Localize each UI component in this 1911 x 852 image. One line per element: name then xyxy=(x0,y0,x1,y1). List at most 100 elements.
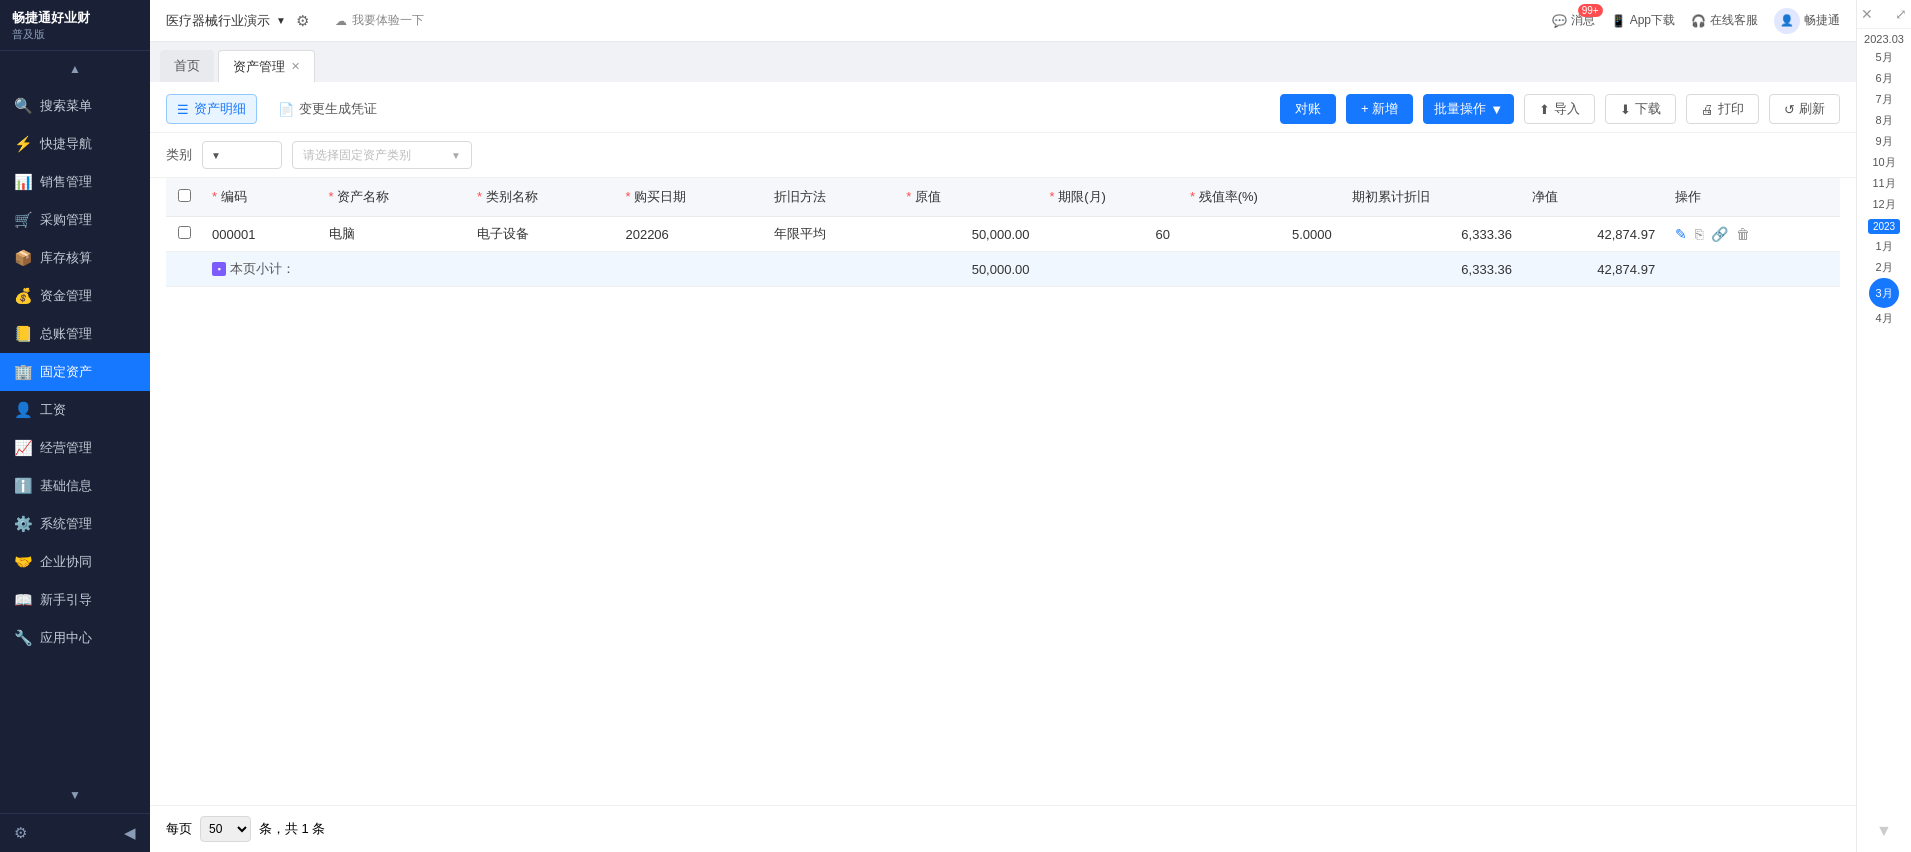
month-6[interactable]: 6月 xyxy=(1875,68,1892,89)
month-3-active[interactable]: 3月 xyxy=(1869,278,1899,308)
download-button[interactable]: ⬇ 下载 xyxy=(1605,94,1676,124)
month-11[interactable]: 11月 xyxy=(1872,173,1895,194)
sidebar-item-funds[interactable]: 💰 资金管理 xyxy=(0,277,150,315)
cloud-icon: ☁ xyxy=(335,14,347,28)
col-actions: 操作 xyxy=(1665,178,1840,217)
messages-button[interactable]: 💬 消息 99+ xyxy=(1552,12,1595,29)
month-7[interactable]: 7月 xyxy=(1875,89,1892,110)
sidebar-item-app-center[interactable]: 🔧 应用中心 xyxy=(0,619,150,657)
sidebar-item-fixed-assets[interactable]: 🏢 固定资产 xyxy=(0,353,150,391)
sidebar-item-enterprise[interactable]: 🤝 企业协同 xyxy=(0,543,150,581)
search-icon: 🔍 xyxy=(14,97,32,115)
company-selector[interactable]: 医疗器械行业演示 ▼ xyxy=(166,12,286,30)
tab-home[interactable]: 首页 xyxy=(160,50,214,82)
delete-icon[interactable]: 🗑 xyxy=(1736,226,1750,242)
sidebar-item-management[interactable]: 📈 经营管理 xyxy=(0,429,150,467)
link-icon[interactable]: 🔗 xyxy=(1711,226,1728,242)
scroll-down-icon[interactable]: ▼ xyxy=(1876,822,1892,846)
month-2[interactable]: 2月 xyxy=(1875,257,1892,278)
messages-badge: 99+ xyxy=(1578,4,1603,17)
close-panel-icon[interactable]: ✕ xyxy=(1861,6,1873,22)
category-filter-input[interactable]: 请选择固定资产类别 ▼ xyxy=(292,141,472,169)
sidebar-item-inventory[interactable]: 📦 库存核算 xyxy=(0,239,150,277)
filter-dropdown-icon: ▼ xyxy=(451,150,461,161)
download-label: 下载 xyxy=(1635,100,1661,118)
chevron-down-icon: ▼ xyxy=(1490,102,1503,117)
sidebar: 畅捷通好业财 普及版 ▲ 🔍 搜索菜单 ⚡ 快捷导航 📊 销售管理 🛒 采购管理… xyxy=(0,0,150,852)
message-icon: 💬 xyxy=(1552,14,1567,28)
month-12[interactable]: 12月 xyxy=(1872,194,1895,215)
sidebar-item-system[interactable]: ⚙️ 系统管理 xyxy=(0,505,150,543)
select-all-checkbox[interactable] xyxy=(178,189,191,202)
fixed-assets-icon: 🏢 xyxy=(14,363,32,381)
select-chevron-icon: ▼ xyxy=(211,150,221,161)
per-page-select[interactable]: 50 100 200 xyxy=(200,816,251,842)
enterprise-icon: 🤝 xyxy=(14,553,32,571)
cell-residual-rate: 5.0000 xyxy=(1180,217,1342,252)
topbar: 医疗器械行业演示 ▼ ⚙ ☁ 我要体验一下 💬 消息 99+ 📱 App下载 🎧… xyxy=(150,0,1856,42)
expand-panel-icon[interactable]: ⤢ xyxy=(1895,6,1907,22)
sidebar-scroll-up[interactable]: ▲ xyxy=(0,51,150,87)
sidebar-item-search[interactable]: 🔍 搜索菜单 xyxy=(0,87,150,125)
sidebar-item-label: 搜索菜单 xyxy=(40,97,92,115)
app-logo: 畅捷通好业财 普及版 xyxy=(0,0,150,51)
page-content: ☰ 资产明细 📄 变更生成凭证 对账 + 新增 批量操作 ▼ ⬆ 导入 xyxy=(150,82,1856,852)
sidebar-item-label: 经营管理 xyxy=(40,439,92,457)
online-service-button[interactable]: 🎧 在线客服 xyxy=(1691,12,1758,29)
edit-icon[interactable]: ✎ xyxy=(1675,226,1687,242)
col-period: * 期限(月) xyxy=(1040,178,1180,217)
table-body: 000001 电脑 电子设备 202206 年限平均 50,000.00 60 … xyxy=(166,217,1840,287)
sidebar-item-ledger[interactable]: 📒 总账管理 xyxy=(0,315,150,353)
user-profile[interactable]: 👤 畅捷通 xyxy=(1774,8,1840,34)
col-purchase-date: * 购买日期 xyxy=(615,178,763,217)
experience-button[interactable]: ☁ 我要体验一下 xyxy=(335,12,424,29)
month-4[interactable]: 4月 xyxy=(1875,308,1892,329)
tab-asset-management[interactable]: 资产管理 ✕ xyxy=(218,50,315,82)
reconcile-button[interactable]: 对账 xyxy=(1280,94,1336,124)
row-checkbox[interactable] xyxy=(178,226,191,239)
asset-table-wrap: * 编码 * 资产名称 * 类别名称 * 购买日期 折旧方法 * 原值 * 期限… xyxy=(150,178,1856,805)
add-new-button[interactable]: + 新增 xyxy=(1346,94,1413,124)
sidebar-scroll-down[interactable]: ▼ xyxy=(0,777,150,813)
sub-tab-asset-detail[interactable]: ☰ 资产明细 xyxy=(166,94,257,124)
sub-tab-voucher[interactable]: 📄 变更生成凭证 xyxy=(267,94,388,124)
company-name: 医疗器械行业演示 xyxy=(166,12,270,30)
month-5[interactable]: 5月 xyxy=(1875,47,1892,68)
cell-initial-depreciation: 6,333.36 xyxy=(1342,217,1522,252)
sidebar-item-label: 总账管理 xyxy=(40,325,92,343)
tab-asset-label: 资产管理 xyxy=(233,58,285,76)
month-1[interactable]: 1月 xyxy=(1875,236,1892,257)
sub-tab-voucher-label: 变更生成凭证 xyxy=(299,100,377,118)
current-year-badge: 2023 xyxy=(1868,219,1900,234)
month-8[interactable]: 8月 xyxy=(1875,110,1892,131)
month-10[interactable]: 10月 xyxy=(1872,152,1895,173)
print-button[interactable]: 🖨 打印 xyxy=(1686,94,1759,124)
sidebar-item-guide[interactable]: 📖 新手引导 xyxy=(0,581,150,619)
col-category: * 类别名称 xyxy=(467,178,615,217)
month-9[interactable]: 9月 xyxy=(1875,131,1892,152)
app-download-button[interactable]: 📱 App下载 xyxy=(1611,12,1675,29)
tab-close-icon[interactable]: ✕ xyxy=(291,60,300,73)
import-button[interactable]: ⬆ 导入 xyxy=(1524,94,1595,124)
tab-home-label: 首页 xyxy=(174,57,200,75)
sidebar-item-purchase[interactable]: 🛒 采购管理 xyxy=(0,201,150,239)
subtotal-original-value: 50,000.00 xyxy=(896,252,1039,287)
sidebar-item-label: 采购管理 xyxy=(40,211,92,229)
sidebar-item-sales[interactable]: 📊 销售管理 xyxy=(0,163,150,201)
category-filter-select[interactable]: ▼ xyxy=(202,141,282,169)
refresh-button[interactable]: ↺ 刷新 xyxy=(1769,94,1840,124)
collapse-icon[interactable]: ◀ xyxy=(124,824,136,842)
sidebar-item-payroll[interactable]: 👤 工资 xyxy=(0,391,150,429)
app-download-label: App下载 xyxy=(1630,12,1675,29)
batch-ops-button[interactable]: 批量操作 ▼ xyxy=(1423,94,1514,124)
sidebar-item-basic-info[interactable]: ℹ️ 基础信息 xyxy=(0,467,150,505)
download-icon: ⬇ xyxy=(1620,102,1631,117)
app-name: 畅捷通好业财 xyxy=(12,10,138,27)
col-residual-rate: * 残值率(%) xyxy=(1180,178,1342,217)
sidebar-item-label: 销售管理 xyxy=(40,173,92,191)
copy-icon[interactable]: ⎘ xyxy=(1695,226,1703,242)
import-label: 导入 xyxy=(1554,100,1580,118)
settings-icon[interactable]: ⚙ xyxy=(14,824,27,842)
sidebar-item-quick-nav[interactable]: ⚡ 快捷导航 xyxy=(0,125,150,163)
settings-gear-icon[interactable]: ⚙ xyxy=(296,12,309,30)
